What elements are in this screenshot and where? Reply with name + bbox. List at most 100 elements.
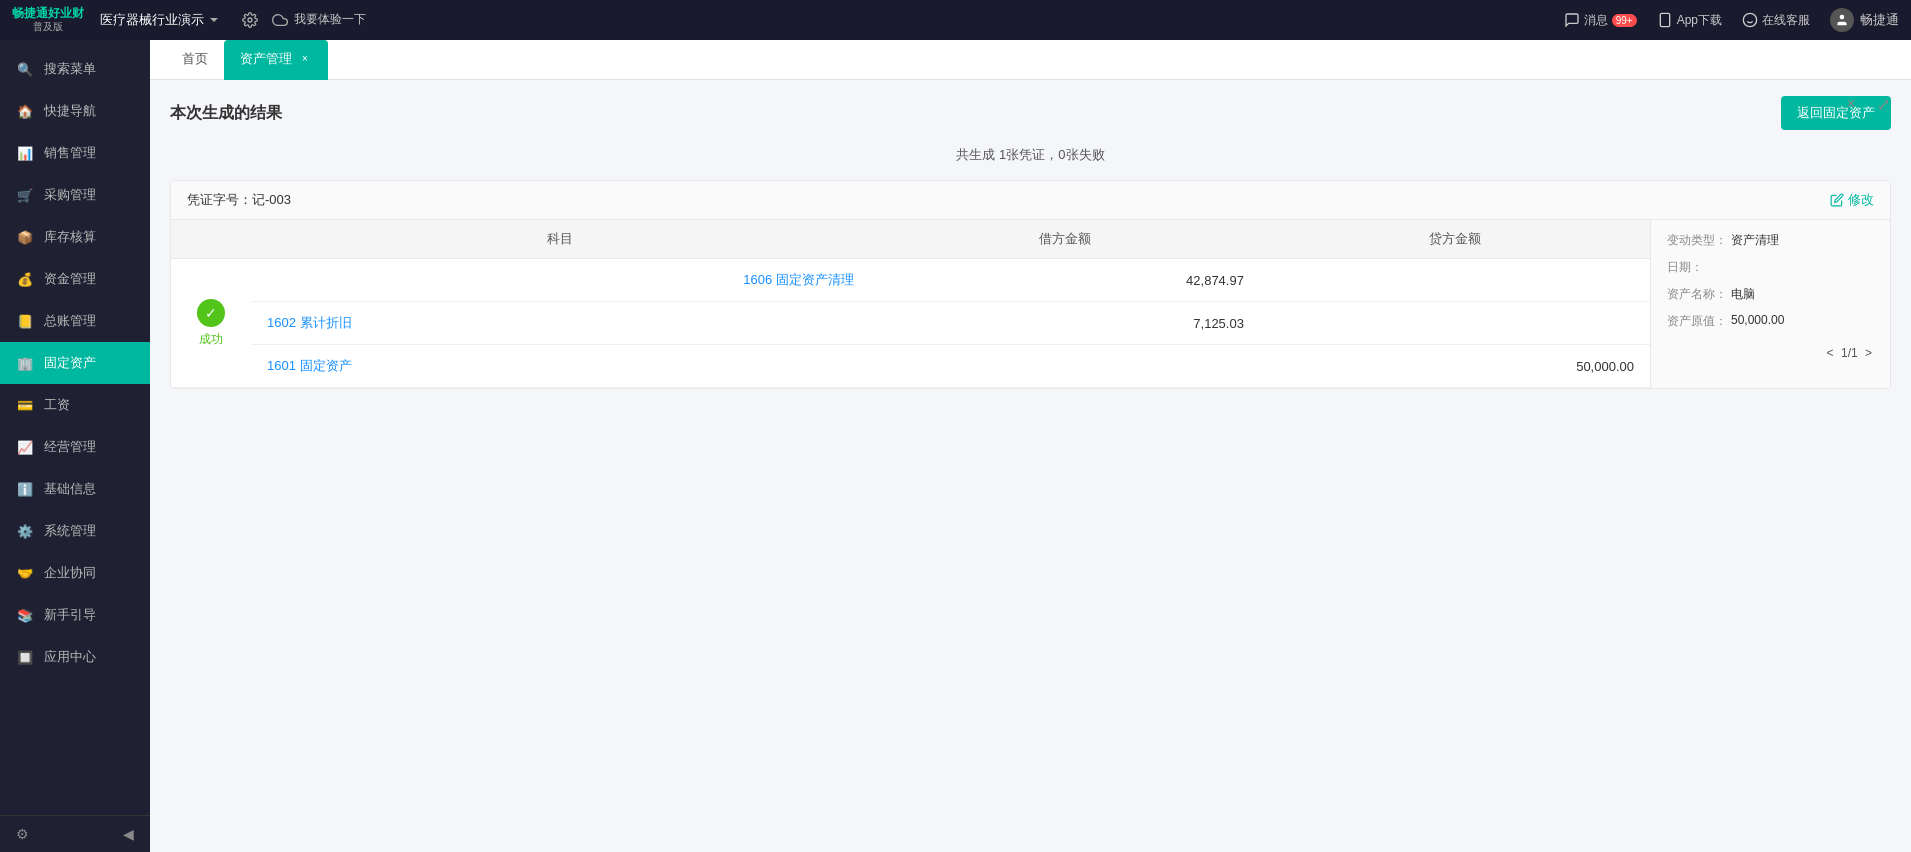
- sidebar-item-enterprise[interactable]: 🤝 企业协同: [0, 552, 150, 594]
- finance-icon: 💰: [16, 270, 34, 288]
- system-icon: ⚙️: [16, 522, 34, 540]
- username: 畅捷通: [1860, 11, 1899, 29]
- pagination-prev[interactable]: <: [1827, 346, 1834, 360]
- sidebar-item-fixed-assets[interactable]: 🏢 固定资产: [0, 342, 150, 384]
- headset-icon: [1742, 12, 1758, 28]
- credit-1602: [1260, 302, 1650, 345]
- messages-label: 消息: [1584, 12, 1608, 29]
- close-panel-btn[interactable]: ×: [1839, 92, 1863, 116]
- voucher-no: 凭证字号：记-003: [187, 191, 291, 209]
- top-header: 畅捷通好业财 普及版 医疗器械行业演示 我要体验一下 消息 99+ App下载 …: [0, 0, 1911, 40]
- footer-settings-icon[interactable]: ⚙: [16, 826, 29, 842]
- sidebar-item-sales[interactable]: 📊 销售管理: [0, 132, 150, 174]
- page-title: 本次生成的结果: [170, 103, 282, 124]
- company-selector[interactable]: 医疗器械行业演示: [92, 7, 228, 33]
- panel-controls: × ⤢: [1839, 92, 1895, 116]
- enterprise-icon: 🤝: [16, 564, 34, 582]
- messages-btn[interactable]: 消息 99+: [1564, 12, 1637, 29]
- sidebar-label-guide: 新手引导: [44, 606, 96, 624]
- tab-home-label: 首页: [182, 50, 208, 68]
- sidebar-item-quick-nav[interactable]: 🏠 快捷导航: [0, 90, 150, 132]
- original-value-label: 资产原值：: [1667, 313, 1727, 330]
- edit-voucher-btn[interactable]: 修改: [1830, 191, 1874, 209]
- footer-collapse-icon[interactable]: ◀: [123, 826, 134, 842]
- pagination-next[interactable]: >: [1865, 346, 1872, 360]
- debit-1601: [870, 345, 1260, 388]
- debit-1606: 42,874.97: [870, 259, 1260, 302]
- sidebar-item-search[interactable]: 🔍 搜索菜单: [0, 48, 150, 90]
- success-label: 成功: [199, 331, 223, 348]
- inventory-icon: 📦: [16, 228, 34, 246]
- user-icon: [1835, 13, 1849, 27]
- debit-1602: 7,125.03: [870, 302, 1260, 345]
- tab-bar: 首页 资产管理 ×: [150, 40, 1911, 80]
- sidebar-item-system[interactable]: ⚙️ 系统管理: [0, 510, 150, 552]
- guide-icon: 📚: [16, 606, 34, 624]
- home-icon: 🏠: [16, 102, 34, 120]
- ledger-icon: 📒: [16, 312, 34, 330]
- credit-1601: 50,000.00: [1260, 345, 1650, 388]
- sidebar-item-basic-info[interactable]: ℹ️ 基础信息: [0, 468, 150, 510]
- voucher-side-info: 变动类型： 资产清理 日期： 资产名称： 电脑 资产原值：: [1650, 220, 1890, 388]
- success-icon: ✓: [197, 299, 225, 327]
- search-icon: 🔍: [16, 60, 34, 78]
- side-pagination: < 1/1 >: [1667, 346, 1874, 360]
- status-cell: ✓ 成功: [171, 259, 251, 388]
- purchase-icon: 🛒: [16, 186, 34, 204]
- tab-close-icon[interactable]: ×: [298, 52, 312, 66]
- side-info-date: 日期：: [1667, 259, 1874, 276]
- app-download-btn[interactable]: App下载: [1657, 12, 1722, 29]
- sidebar-item-ledger[interactable]: 📒 总账管理: [0, 300, 150, 342]
- sidebar-item-guide[interactable]: 📚 新手引导: [0, 594, 150, 636]
- account-1602[interactable]: 1602 累计折旧: [251, 302, 870, 345]
- account-link-1602[interactable]: 1602 累计折旧: [267, 315, 352, 330]
- sidebar-item-inventory[interactable]: 📦 库存核算: [0, 216, 150, 258]
- side-info-original-value: 资产原值： 50,000.00: [1667, 313, 1874, 330]
- tab-asset-management[interactable]: 资产管理 ×: [224, 40, 328, 80]
- user-area[interactable]: 畅捷通: [1830, 8, 1899, 32]
- main-layout: 🔍 搜索菜单 🏠 快捷导航 📊 销售管理 🛒 采购管理 📦 库存核算 💰: [0, 40, 1911, 852]
- sidebar-label-basic-info: 基础信息: [44, 480, 96, 498]
- sidebar-label-quick-nav: 快捷导航: [44, 102, 96, 120]
- sidebar-label-system: 系统管理: [44, 522, 96, 540]
- account-1601[interactable]: 1601 固定资产: [251, 345, 870, 388]
- operations-icon: 📈: [16, 438, 34, 456]
- pagination-info: 1/1: [1841, 346, 1861, 360]
- gear-svg: [242, 12, 258, 28]
- online-service-btn[interactable]: 在线客服: [1742, 12, 1810, 29]
- svg-point-0: [248, 18, 252, 22]
- th-status: [171, 220, 251, 259]
- try-label: 我要体验一下: [294, 11, 366, 28]
- table-row: ✓ 成功 1606 固定资产清理 42,874.97: [171, 259, 1650, 302]
- payroll-icon: 💳: [16, 396, 34, 414]
- download-icon: [1657, 12, 1673, 28]
- sidebar-label-inventory: 库存核算: [44, 228, 96, 246]
- header-right: 消息 99+ App下载 在线客服 畅捷通: [1564, 8, 1899, 32]
- asset-name-value: 电脑: [1731, 286, 1755, 303]
- tab-home[interactable]: 首页: [166, 40, 224, 80]
- original-value-value: 50,000.00: [1731, 313, 1784, 327]
- voucher-body: 科目 借方金额 贷方金额 ✓: [171, 220, 1890, 388]
- svg-point-3: [1743, 13, 1756, 26]
- sidebar-item-payroll[interactable]: 💳 工资: [0, 384, 150, 426]
- expand-panel-btn[interactable]: ⤢: [1871, 92, 1895, 116]
- sidebar-label-enterprise: 企业协同: [44, 564, 96, 582]
- online-service-label: 在线客服: [1762, 12, 1810, 29]
- sidebar: 🔍 搜索菜单 🏠 快捷导航 📊 销售管理 🛒 采购管理 📦 库存核算 💰: [0, 40, 150, 852]
- account-link-1601[interactable]: 1601 固定资产: [267, 358, 352, 373]
- settings-icon-top[interactable]: [236, 6, 264, 34]
- app-center-icon: 🔲: [16, 648, 34, 666]
- table-header-row: 科目 借方金额 贷方金额: [171, 220, 1650, 259]
- sales-icon: 📊: [16, 144, 34, 162]
- sidebar-item-finance[interactable]: 💰 资金管理: [0, 258, 150, 300]
- account-link-1606[interactable]: 1606 固定资产清理: [743, 272, 854, 287]
- tab-asset-management-label: 资产管理: [240, 50, 292, 68]
- try-experience-btn[interactable]: 我要体验一下: [272, 11, 366, 28]
- sidebar-item-app-center[interactable]: 🔲 应用中心: [0, 636, 150, 678]
- logo-title: 畅捷通好业财: [12, 6, 84, 20]
- date-label: 日期：: [1667, 259, 1723, 276]
- sidebar-label-fixed-assets: 固定资产: [44, 354, 96, 372]
- sidebar-item-operations[interactable]: 📈 经营管理: [0, 426, 150, 468]
- account-1606[interactable]: 1606 固定资产清理: [251, 259, 870, 302]
- sidebar-item-purchase[interactable]: 🛒 采购管理: [0, 174, 150, 216]
